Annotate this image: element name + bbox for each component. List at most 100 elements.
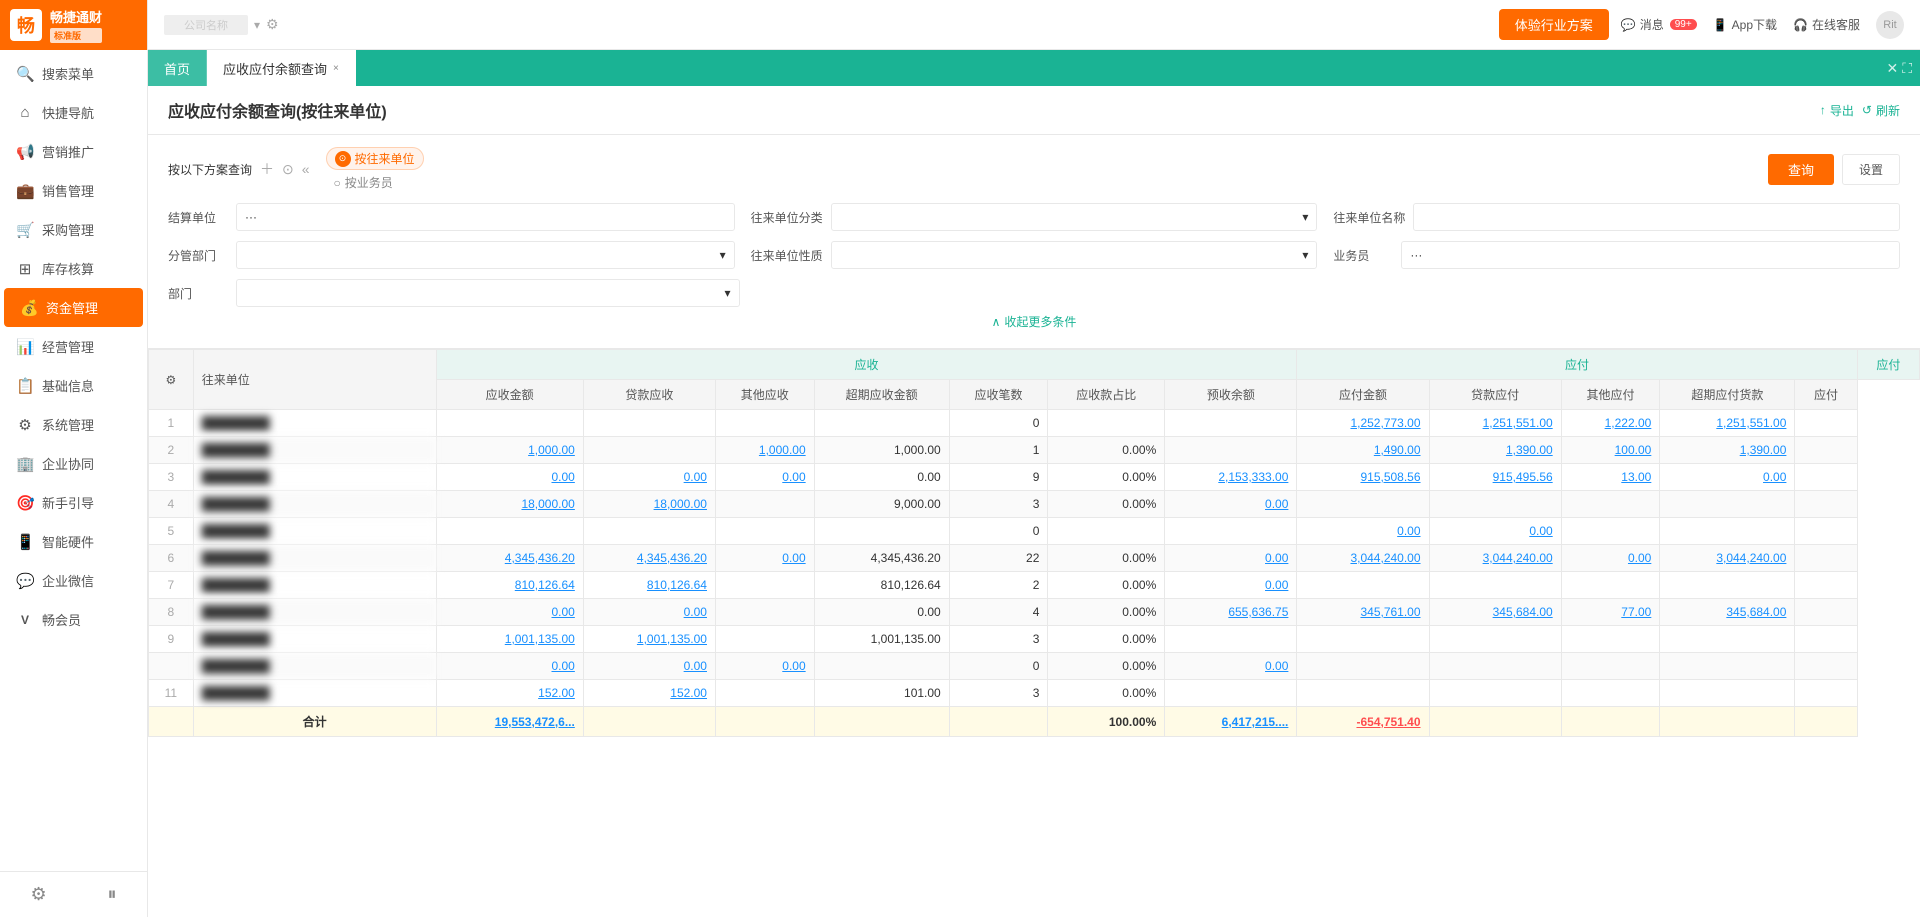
table-area[interactable]: ⚙ 往来单位 应收 应付 应付 应收金额 贷款应收 其他应收 超期应收金额 应收…: [148, 349, 1920, 917]
unit-name-input[interactable]: [1413, 203, 1900, 231]
table-cell[interactable]: [715, 680, 814, 707]
table-cell[interactable]: [583, 437, 715, 464]
unit-nature-input[interactable]: ▾: [831, 241, 1318, 269]
table-cell[interactable]: [436, 518, 583, 545]
table-cell[interactable]: [1429, 626, 1561, 653]
table-cell[interactable]: 13.00: [1561, 464, 1660, 491]
export-btn[interactable]: ↑ 导出: [1820, 102, 1854, 119]
filter-add-btn[interactable]: ＋: [260, 159, 274, 179]
table-cell[interactable]: 0.00: [1429, 518, 1561, 545]
sidebar-item-management[interactable]: 📊 经营管理: [0, 327, 147, 366]
settlement-unit-input[interactable]: ···: [236, 203, 735, 231]
sidebar-item-hardware[interactable]: 📱 智能硬件: [0, 522, 147, 561]
sidebar-item-search[interactable]: 🔍 搜索菜单: [0, 54, 147, 93]
table-cell[interactable]: 152.00: [583, 680, 715, 707]
sidebar-collapse-btn[interactable]: ⏸: [104, 880, 121, 909]
table-cell[interactable]: 0.00: [1165, 545, 1297, 572]
sidebar-settings-btn[interactable]: ⚙: [26, 880, 50, 909]
online-service-btn[interactable]: 🎧 在线客服: [1793, 16, 1860, 33]
tab-close-btn[interactable]: ×: [333, 63, 339, 74]
table-cell[interactable]: 0.00: [1660, 464, 1795, 491]
refresh-btn[interactable]: ↺ 刷新: [1862, 102, 1900, 119]
topbar-settings-icon[interactable]: ⚙: [266, 16, 279, 33]
sidebar-item-finance[interactable]: 💰 资金管理: [4, 288, 143, 327]
dropdown-icon[interactable]: ▾: [254, 18, 260, 32]
table-cell[interactable]: [715, 518, 814, 545]
table-cell[interactable]: 1,490.00: [1297, 437, 1429, 464]
table-cell[interactable]: 0.00: [436, 599, 583, 626]
table-cell[interactable]: [715, 410, 814, 437]
tab-ar-ap-query[interactable]: 应收应付余额查询 ×: [207, 50, 356, 86]
sidebar-item-sales[interactable]: 💼 销售管理: [0, 171, 147, 210]
table-cell[interactable]: 152.00: [436, 680, 583, 707]
table-cell[interactable]: [1165, 437, 1297, 464]
collapse-more-btn[interactable]: ∧ 收起更多条件: [168, 307, 1900, 336]
table-cell[interactable]: 0.00: [436, 653, 583, 680]
table-cell[interactable]: [1561, 518, 1660, 545]
table-cell[interactable]: 1,001,135.00: [436, 626, 583, 653]
table-cell[interactable]: 3,044,240.00: [1297, 545, 1429, 572]
table-cell[interactable]: [715, 599, 814, 626]
footer-ap-amount[interactable]: -654,751.40: [1297, 707, 1429, 737]
table-cell[interactable]: [1297, 572, 1429, 599]
table-cell[interactable]: [1165, 518, 1297, 545]
tab-expand-icon[interactable]: ⛶: [1902, 60, 1912, 77]
table-cell[interactable]: 1,251,551.00: [1429, 410, 1561, 437]
sidebar-item-quicknav[interactable]: ⌂ 快捷导航: [0, 93, 147, 132]
salesman-input[interactable]: ···: [1401, 241, 1900, 269]
table-cell[interactable]: 915,508.56: [1297, 464, 1429, 491]
table-cell[interactable]: 655,636.75: [1165, 599, 1297, 626]
footer-prepay[interactable]: 6,417,215....: [1165, 707, 1297, 737]
table-cell[interactable]: [1297, 491, 1429, 518]
department-input[interactable]: ▾: [236, 279, 740, 307]
table-cell[interactable]: 0.00: [583, 464, 715, 491]
table-cell[interactable]: [1297, 680, 1429, 707]
table-cell[interactable]: 1,001,135.00: [583, 626, 715, 653]
unit-category-input[interactable]: ▾: [831, 203, 1318, 231]
dept-input[interactable]: ▾: [236, 241, 735, 269]
table-cell[interactable]: [1660, 680, 1795, 707]
table-cell[interactable]: 1,251,551.00: [1660, 410, 1795, 437]
trial-btn[interactable]: 体验行业方案: [1499, 9, 1609, 40]
table-cell[interactable]: [1429, 680, 1561, 707]
set-btn[interactable]: 设置: [1842, 154, 1900, 185]
table-cell[interactable]: 0.00: [1165, 491, 1297, 518]
footer-ar-amount[interactable]: 19,553,472,6...: [436, 707, 583, 737]
table-cell[interactable]: 2,153,333.00: [1165, 464, 1297, 491]
table-cell[interactable]: 1,252,773.00: [1297, 410, 1429, 437]
table-cell[interactable]: [1561, 626, 1660, 653]
table-cell[interactable]: 1,000.00: [436, 437, 583, 464]
sidebar-item-enterprise[interactable]: 🏢 企业协同: [0, 444, 147, 483]
table-cell[interactable]: 1,390.00: [1660, 437, 1795, 464]
filter-collapse-left-btn[interactable]: «: [302, 161, 310, 177]
table-cell[interactable]: [1561, 680, 1660, 707]
table-cell[interactable]: 0.00: [1297, 518, 1429, 545]
table-cell[interactable]: 915,495.56: [1429, 464, 1561, 491]
sidebar-item-marketing[interactable]: 📢 营销推广: [0, 132, 147, 171]
table-cell[interactable]: 0.00: [436, 464, 583, 491]
table-cell[interactable]: 18,000.00: [436, 491, 583, 518]
table-cell[interactable]: [1165, 410, 1297, 437]
table-cell[interactable]: 77.00: [1561, 599, 1660, 626]
table-cell[interactable]: 3,044,240.00: [1429, 545, 1561, 572]
tab-home[interactable]: 首页: [148, 50, 207, 86]
sidebar-item-wechat[interactable]: 💬 企业微信: [0, 561, 147, 600]
sidebar-item-basic[interactable]: 📋 基础信息: [0, 366, 147, 405]
sidebar-item-guide[interactable]: 🎯 新手引导: [0, 483, 147, 522]
table-cell[interactable]: 100.00: [1561, 437, 1660, 464]
table-cell[interactable]: 1,000.00: [715, 437, 814, 464]
sidebar-item-system[interactable]: ⚙ 系统管理: [0, 405, 147, 444]
scheme-by-unit[interactable]: ⊙ 按往来单位: [326, 147, 424, 170]
table-cell[interactable]: [715, 626, 814, 653]
table-cell[interactable]: [1660, 572, 1795, 599]
table-cell[interactable]: [583, 518, 715, 545]
table-cell[interactable]: [1660, 626, 1795, 653]
table-cell[interactable]: [1561, 491, 1660, 518]
avatar[interactable]: Rit: [1876, 11, 1904, 39]
table-cell[interactable]: [1561, 653, 1660, 680]
table-cell[interactable]: 1,390.00: [1429, 437, 1561, 464]
table-cell[interactable]: 18,000.00: [583, 491, 715, 518]
table-cell[interactable]: [1660, 491, 1795, 518]
scheme-by-staff[interactable]: ○ 按业务员: [326, 174, 424, 191]
table-cell[interactable]: 0.00: [1165, 653, 1297, 680]
